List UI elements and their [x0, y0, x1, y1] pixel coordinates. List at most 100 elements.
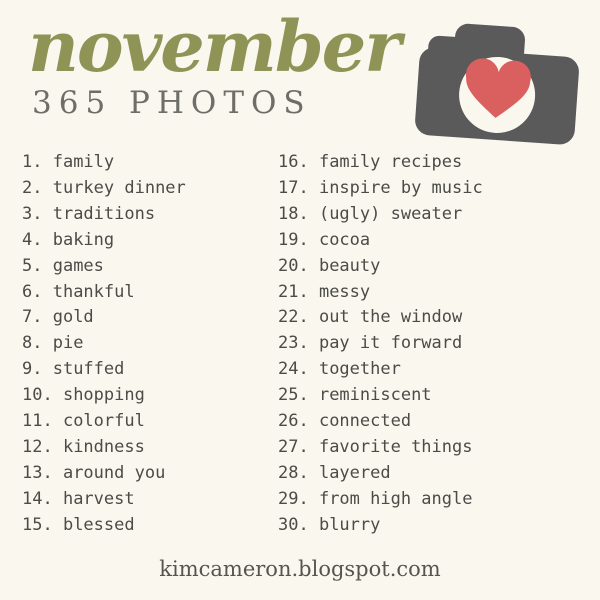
list-item: 13. around you [22, 461, 272, 487]
list-item-label: pay it forward [318, 333, 463, 354]
list-item-label: cocoa [318, 229, 371, 250]
list-item-label: traditions [52, 203, 156, 224]
poster-canvas: november 365 PHOTOS 1. family 2. turkey … [0, 0, 600, 600]
list-item: 19. cocoa [278, 228, 578, 254]
poster-footer: kimcameron.blogspot.com [0, 556, 600, 582]
camera-heart-icon-svg [415, 23, 579, 145]
list-item: 11. colorful [22, 409, 272, 435]
list-item-number: 28. [278, 462, 319, 483]
list-item: 18. (ugly) sweater [278, 202, 578, 228]
list-item-label: shopping [62, 385, 145, 406]
list-item-number: 17. [278, 177, 319, 198]
list-item-label: thankful [52, 281, 135, 302]
list-item: 27. favorite things [278, 435, 578, 461]
list-item-number: 25. [278, 385, 319, 406]
list-item-number: 13. [22, 462, 63, 483]
list-item: 20. beauty [278, 254, 578, 280]
list-item-label: together [318, 359, 401, 380]
list-item-number: 3. [22, 203, 53, 224]
list-item-label: inspire by music [318, 177, 483, 198]
list-item: 9. stuffed [22, 357, 272, 383]
list-item: 7. gold [22, 305, 272, 331]
list-item-number: 5. [22, 255, 53, 276]
list-item-label: favorite things [318, 436, 473, 457]
list-item-label: kindness [62, 436, 145, 457]
list-item: 16. family recipes [278, 150, 578, 176]
list-item-label: gold [52, 307, 94, 328]
poster-header: november 365 PHOTOS [0, 0, 600, 150]
list-item: 29. from high angle [278, 487, 578, 513]
list-item-number: 9. [22, 359, 53, 380]
prompt-list-right-column: 16. family recipes 17. inspire by music … [278, 150, 578, 539]
list-item-label: baking [52, 229, 115, 250]
list-item-number: 1. [22, 152, 53, 172]
list-item: 1. family [22, 150, 272, 176]
list-item-number: 10. [22, 385, 63, 406]
list-item: 26. connected [278, 409, 578, 435]
list-item: 3. traditions [22, 202, 272, 228]
list-item: 2. turkey dinner [22, 176, 272, 202]
list-item: 6. thankful [22, 280, 272, 306]
list-item-label: layered [318, 462, 391, 483]
list-item-label: connected [318, 411, 412, 432]
list-item-label: family [52, 152, 115, 172]
list-item-label: messy [318, 281, 371, 302]
list-item: 14. harvest [22, 487, 272, 513]
list-item-number: 20. [278, 255, 319, 276]
list-item-number: 23. [278, 333, 319, 354]
list-item-label: stuffed [52, 359, 125, 380]
list-item-number: 21. [278, 281, 319, 302]
list-item-label: from high angle [318, 488, 473, 509]
list-item-number: 26. [278, 411, 319, 432]
list-item: 10. shopping [22, 383, 272, 409]
list-item-label: harvest [62, 488, 135, 509]
list-item-label: pie [52, 333, 84, 354]
list-item-number: 15. [22, 514, 63, 535]
list-item: 4. baking [22, 228, 272, 254]
camera-heart-icon [408, 10, 588, 145]
list-item-number: 4. [22, 229, 53, 250]
list-item: 25. reminiscent [278, 383, 578, 409]
list-item: 23. pay it forward [278, 331, 578, 357]
list-item-label: colorful [62, 411, 145, 432]
list-item: 22. out the window [278, 305, 578, 331]
list-item-label: games [52, 255, 104, 276]
list-item-number: 11. [22, 411, 63, 432]
list-item-number: 6. [22, 281, 53, 302]
list-item-number: 2. [22, 177, 53, 198]
list-item-label: turkey dinner [52, 177, 186, 198]
list-item-number: 27. [278, 436, 319, 457]
list-item-number: 7. [22, 307, 53, 328]
list-item-label: blurry [318, 514, 381, 535]
list-item: 24. together [278, 357, 578, 383]
list-item: 30. blurry [278, 513, 578, 539]
list-item-number: 14. [22, 488, 63, 509]
page-subtitle: 365 PHOTOS [32, 85, 312, 121]
list-item-number: 12. [22, 436, 63, 457]
prompt-list-left-column: 1. family 2. turkey dinner 3. traditions… [22, 150, 272, 539]
list-item: 28. layered [278, 461, 578, 487]
list-item-number: 18. [278, 203, 319, 224]
list-item-label: around you [62, 462, 166, 483]
list-item: 21. messy [278, 280, 578, 306]
list-item: 15. blessed [22, 513, 272, 539]
list-item-label: family recipes [318, 152, 463, 172]
list-item: 17. inspire by music [278, 176, 578, 202]
list-item: 5. games [22, 254, 272, 280]
list-item-number: 29. [278, 488, 319, 509]
list-item-label: beauty [318, 255, 381, 276]
list-item-number: 24. [278, 359, 319, 380]
list-item: 12. kindness [22, 435, 272, 461]
list-item-label: blessed [62, 514, 135, 535]
list-item-number: 22. [278, 307, 319, 328]
list-item-number: 16. [278, 152, 319, 172]
page-title: november [28, 5, 401, 88]
list-item-label: reminiscent [318, 385, 432, 406]
list-item-label: (ugly) sweater [318, 203, 463, 224]
list-item-number: 8. [22, 333, 53, 354]
photo-prompt-lists: 1. family 2. turkey dinner 3. traditions… [0, 150, 600, 545]
list-item-number: 30. [278, 514, 319, 535]
list-item: 8. pie [22, 331, 272, 357]
footer-url-text: kimcameron.blogspot.com [159, 557, 441, 581]
list-item-label: out the window [318, 307, 463, 328]
